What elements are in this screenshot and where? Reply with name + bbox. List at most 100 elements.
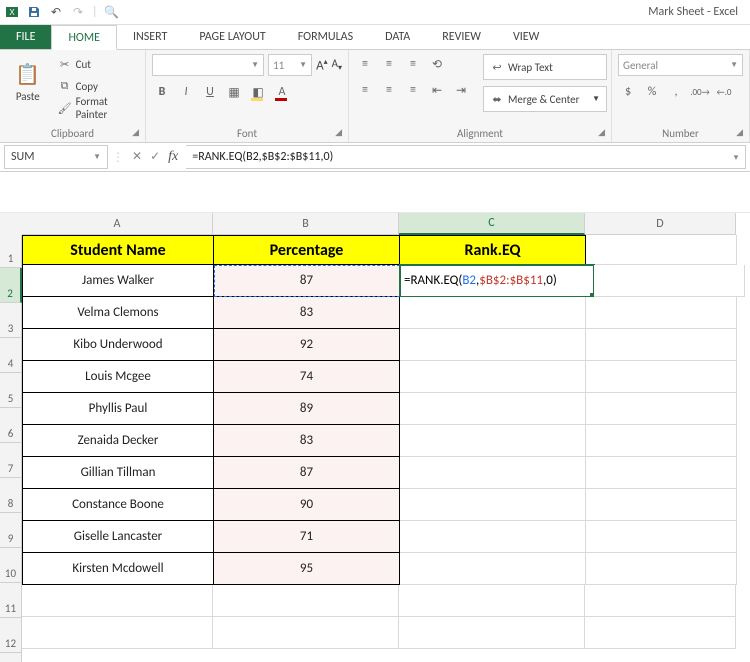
- cell-pct-4[interactable]: 92: [214, 329, 400, 361]
- orientation-icon[interactable]: ⟲: [427, 54, 447, 74]
- print-preview-icon[interactable]: 🔍: [104, 4, 120, 20]
- font-name-select[interactable]: ▼: [152, 54, 264, 76]
- cell-D4[interactable]: [586, 329, 737, 361]
- font-launcher-icon[interactable]: ◢: [335, 127, 342, 138]
- number-launcher-icon[interactable]: ◢: [736, 127, 743, 138]
- cell-D12[interactable]: [585, 585, 736, 617]
- cell-C6[interactable]: [400, 393, 586, 425]
- enter-icon[interactable]: ✓: [150, 149, 160, 165]
- cell-C5[interactable]: [400, 361, 586, 393]
- increase-indent-icon[interactable]: ⇥: [451, 80, 471, 100]
- cell-C12[interactable]: [399, 585, 585, 617]
- align-right-icon[interactable]: ≡: [403, 80, 423, 100]
- expand-formula-bar-icon[interactable]: ▾: [727, 145, 746, 169]
- increase-decimal-icon[interactable]: .00→: [690, 82, 710, 102]
- header-student-name[interactable]: Student Name: [22, 235, 214, 265]
- alignment-launcher-icon[interactable]: ◢: [598, 127, 605, 138]
- cell-pct-2[interactable]: 87: [214, 265, 400, 297]
- cell-D6[interactable]: [586, 393, 737, 425]
- clipboard-launcher-icon[interactable]: ◢: [132, 127, 139, 138]
- cell-D9[interactable]: [586, 489, 737, 521]
- align-center-icon[interactable]: ≡: [379, 80, 399, 100]
- align-left-icon[interactable]: ≡: [355, 80, 375, 100]
- tab-review[interactable]: REVIEW: [426, 25, 497, 49]
- cell-C4[interactable]: [400, 329, 586, 361]
- cell-D11[interactable]: [586, 553, 737, 585]
- cell-D1[interactable]: [586, 235, 737, 265]
- cell-D7[interactable]: [586, 425, 737, 457]
- row-header-6[interactable]: 6: [0, 408, 22, 443]
- cell-name-8[interactable]: Gillian Tillman: [22, 457, 214, 489]
- cell-C9[interactable]: [400, 489, 586, 521]
- cell-D8[interactable]: [586, 457, 737, 489]
- cell-editing-C2[interactable]: =RANK.EQ(B2,$B$2:$B$11,0): [400, 265, 594, 297]
- cell-D10[interactable]: [586, 521, 737, 553]
- cell-C10[interactable]: [400, 521, 586, 553]
- formula-input[interactable]: =RANK.EQ(B2,$B$2:$B$11,0): [186, 145, 727, 169]
- font-color-button[interactable]: A: [272, 82, 292, 102]
- borders-button[interactable]: ▦: [224, 82, 244, 102]
- spreadsheet-grid[interactable]: ABCD 12345678910111213 Student NamePerce…: [0, 213, 750, 662]
- comma-style-icon[interactable]: ,: [666, 82, 686, 102]
- cell-name-6[interactable]: Phyllis Paul: [22, 393, 214, 425]
- align-top-icon[interactable]: ≡: [355, 54, 375, 74]
- cell-name-10[interactable]: Giselle Lancaster: [22, 521, 214, 553]
- cell-name-9[interactable]: Constance Boone: [22, 489, 214, 521]
- cell-C11[interactable]: [400, 553, 586, 585]
- paste-button[interactable]: 📋 Paste: [6, 54, 50, 107]
- column-header-D[interactable]: D: [585, 213, 736, 235]
- cell-C3[interactable]: [400, 297, 586, 329]
- cell-pct-11[interactable]: 95: [214, 553, 400, 585]
- row-header-1[interactable]: 1: [0, 235, 22, 268]
- align-bottom-icon[interactable]: ≡: [403, 54, 423, 74]
- cell-pct-10[interactable]: 71: [214, 521, 400, 553]
- bold-button[interactable]: B: [152, 82, 172, 102]
- cell-A13[interactable]: [22, 617, 213, 649]
- cell-B13[interactable]: [213, 617, 399, 649]
- currency-icon[interactable]: $: [618, 82, 638, 102]
- cell-pct-7[interactable]: 83: [214, 425, 400, 457]
- number-format-select[interactable]: General▼: [618, 54, 743, 76]
- row-header-4[interactable]: 4: [0, 338, 22, 373]
- row-header-5[interactable]: 5: [0, 373, 22, 408]
- cell-pct-6[interactable]: 89: [214, 393, 400, 425]
- decrease-font-icon[interactable]: A▾: [332, 57, 342, 73]
- tab-view[interactable]: VIEW: [497, 25, 555, 49]
- tab-data[interactable]: DATA: [369, 25, 426, 49]
- column-header-A[interactable]: A: [22, 213, 213, 235]
- cell-A12[interactable]: [22, 585, 213, 617]
- row-header-13[interactable]: 13: [0, 653, 22, 662]
- row-header-2[interactable]: 2: [0, 268, 22, 303]
- row-header-7[interactable]: 7: [0, 443, 22, 478]
- fill-color-button[interactable]: ◧: [248, 82, 268, 102]
- row-header-12[interactable]: 12: [0, 618, 22, 653]
- cell-name-3[interactable]: Velma Clemons: [22, 297, 214, 329]
- row-header-9[interactable]: 9: [0, 513, 22, 548]
- cell-name-4[interactable]: Kibo Underwood: [22, 329, 214, 361]
- cancel-icon[interactable]: ✕: [132, 149, 142, 165]
- row-header-8[interactable]: 8: [0, 478, 22, 513]
- row-header-11[interactable]: 11: [0, 583, 22, 618]
- row-header-3[interactable]: 3: [0, 303, 22, 338]
- tab-insert[interactable]: INSERT: [117, 25, 183, 49]
- cell-D13[interactable]: [585, 617, 736, 649]
- wrap-text-button[interactable]: ↩Wrap Text: [483, 54, 607, 80]
- cell-B12[interactable]: [213, 585, 399, 617]
- font-size-select[interactable]: 11▼: [268, 54, 312, 76]
- decrease-decimal-icon[interactable]: ←.0: [714, 82, 734, 102]
- decrease-indent-icon[interactable]: ⇤: [427, 80, 447, 100]
- cell-name-5[interactable]: Louis Mcgee: [22, 361, 214, 393]
- header-rank-eq[interactable]: Rank.EQ: [400, 235, 586, 265]
- tab-page-layout[interactable]: PAGE LAYOUT: [183, 25, 281, 49]
- cell-pct-8[interactable]: 87: [214, 457, 400, 489]
- underline-button[interactable]: U: [200, 82, 220, 102]
- cell-C13[interactable]: [399, 617, 585, 649]
- cell-name-11[interactable]: Kirsten Mcdowell: [22, 553, 214, 585]
- select-all-cell[interactable]: [0, 213, 23, 236]
- redo-icon[interactable]: ↷: [70, 4, 86, 20]
- increase-font-icon[interactable]: A▴: [316, 57, 328, 73]
- header-percentage[interactable]: Percentage: [214, 235, 400, 265]
- column-header-B[interactable]: B: [213, 213, 399, 235]
- italic-button[interactable]: I: [176, 82, 196, 102]
- undo-icon[interactable]: ↶: [48, 4, 64, 20]
